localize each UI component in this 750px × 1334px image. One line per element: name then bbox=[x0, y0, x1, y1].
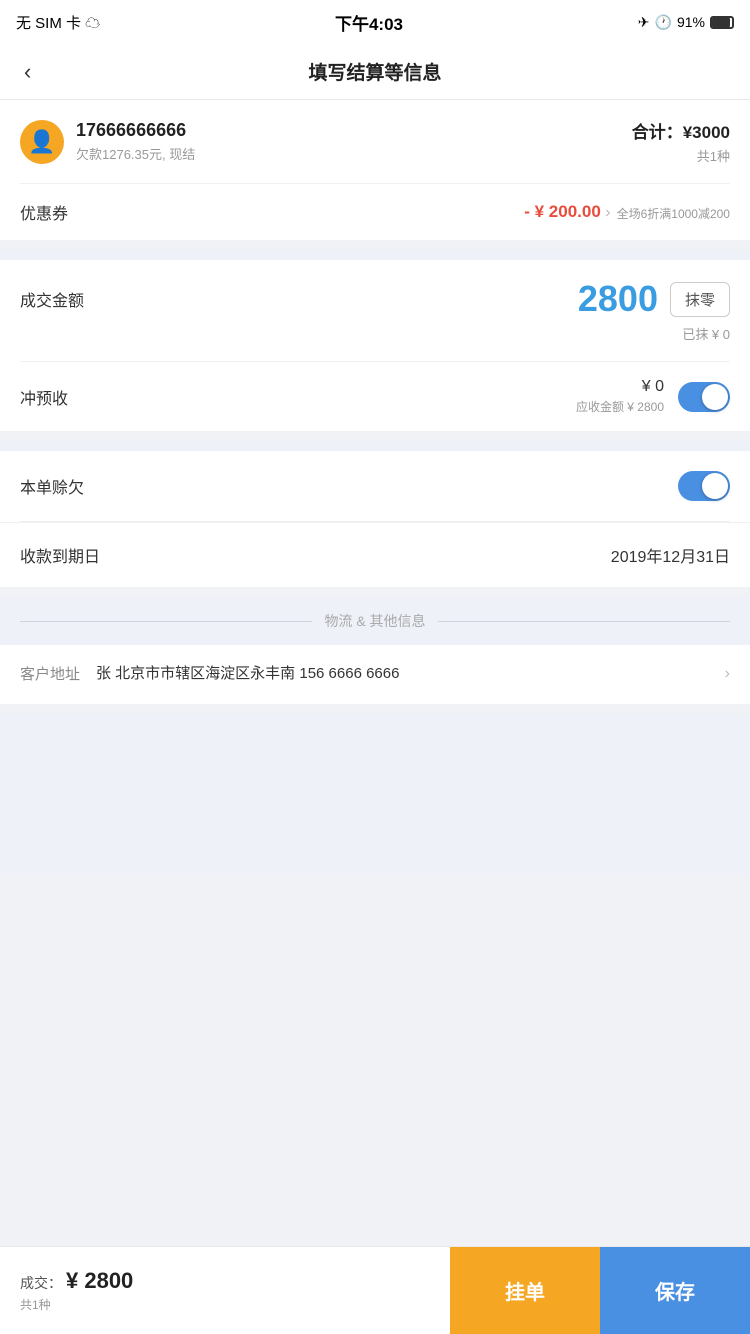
toggle-knob bbox=[702, 384, 728, 410]
prepay-label: 冲预收 bbox=[20, 385, 68, 409]
customer-card: 👤 17666666666 欠款1276.35元, 现结 合计：¥3000 共1… bbox=[0, 100, 750, 240]
amount-label: 成交金额 bbox=[20, 287, 84, 311]
credit-row: 本单赊欠 bbox=[20, 471, 730, 501]
amount-row: 成交金额 2800 抹零 bbox=[20, 278, 730, 320]
address-chevron-icon: › bbox=[725, 665, 730, 683]
address-card: 客户地址 张 北京市市辖区海淀区永丰南 156 6666 6666 › bbox=[0, 645, 750, 704]
save-button[interactable]: 保存 bbox=[600, 1247, 750, 1334]
bottom-deal-label: 成交： bbox=[20, 1273, 62, 1293]
prepay-toggle[interactable] bbox=[678, 382, 730, 412]
address-value: 张 北京市市辖区海淀区永丰南 156 6666 6666 bbox=[96, 663, 717, 686]
amount-value: 2800 bbox=[578, 278, 658, 320]
status-left: 无 SIM 卡 ☁ bbox=[16, 12, 100, 33]
customer-phone: 17666666666 bbox=[76, 120, 632, 141]
due-date-label: 收款到期日 bbox=[20, 543, 100, 567]
page-title: 填写结算等信息 bbox=[308, 58, 441, 85]
coupon-right: - ¥ 200.00 › 全场6折满1000减200 bbox=[524, 202, 730, 222]
amount-section: 成交金额 2800 抹零 已抹 ¥ 0 bbox=[0, 260, 750, 361]
credit-card: 本单赊欠 收款到期日 2019年12月31日 bbox=[0, 451, 750, 587]
customer-sub: 欠款1276.35元, 现结 bbox=[76, 144, 632, 163]
section-divider bbox=[0, 250, 750, 260]
prepay-amount: ¥ 0 bbox=[642, 378, 664, 396]
status-bar: 无 SIM 卡 ☁ 下午4:03 ✈ 🕐 91% bbox=[0, 0, 750, 44]
back-button[interactable]: ‹ bbox=[16, 51, 39, 93]
credit-toggle[interactable] bbox=[678, 471, 730, 501]
gray-filler bbox=[0, 714, 750, 874]
coupon-discount: - ¥ 200.00 bbox=[524, 202, 601, 221]
customer-row: 👤 17666666666 欠款1276.35元, 现结 合计：¥3000 共1… bbox=[0, 100, 750, 183]
due-date-section: 收款到期日 2019年12月31日 bbox=[0, 522, 750, 587]
customer-info: 17666666666 欠款1276.35元, 现结 bbox=[76, 120, 632, 163]
bottom-info: 成交： ¥ 2800 共1种 bbox=[0, 1268, 450, 1313]
amount-card: 成交金额 2800 抹零 已抹 ¥ 0 冲预收 ¥ 0 应收金额 ¥ 2800 bbox=[0, 260, 750, 431]
prepay-section: 冲预收 ¥ 0 应收金额 ¥ 2800 bbox=[0, 362, 750, 431]
credit-toggle-knob bbox=[702, 473, 728, 499]
prepay-right: ¥ 0 应收金额 ¥ 2800 bbox=[576, 378, 664, 415]
total-sub: 共1种 bbox=[632, 146, 730, 165]
bottom-amount: ¥ 2800 bbox=[66, 1268, 133, 1294]
user-icon: 👤 bbox=[28, 129, 55, 155]
status-time: 下午4:03 bbox=[335, 10, 403, 35]
amount-right: 2800 抹零 bbox=[578, 278, 730, 320]
location-icon: ✈ bbox=[638, 14, 650, 31]
coupon-row[interactable]: 优惠券 - ¥ 200.00 › 全场6折满1000减200 bbox=[0, 184, 750, 240]
section-divider-2 bbox=[0, 441, 750, 451]
signal-text: 无 SIM 卡 ☁ bbox=[16, 12, 100, 33]
total-amount: 合计：¥3000 bbox=[632, 118, 730, 143]
coupon-label: 优惠券 bbox=[20, 200, 68, 224]
address-label: 客户地址 bbox=[20, 663, 80, 684]
separator-text: 物流 & 其他信息 bbox=[312, 611, 437, 631]
customer-total: 合计：¥3000 共1种 bbox=[632, 118, 730, 165]
chevron-right-icon: › bbox=[605, 204, 610, 221]
round-zero-button[interactable]: 抹零 bbox=[670, 282, 730, 317]
bottom-bar: 成交： ¥ 2800 共1种 挂单 保存 bbox=[0, 1246, 750, 1334]
prepay-sub: 应收金额 ¥ 2800 bbox=[576, 398, 664, 415]
amount-sub: 已抹 ¥ 0 bbox=[20, 324, 730, 343]
battery-bar bbox=[710, 16, 734, 29]
prepay-row: 冲预收 ¥ 0 应收金额 ¥ 2800 bbox=[20, 378, 730, 415]
logistics-separator: 物流 & 其他信息 bbox=[0, 597, 750, 645]
status-right: ✈ 🕐 91% bbox=[638, 14, 734, 31]
coupon-detail: 全场6折满1000减200 bbox=[617, 205, 730, 222]
credit-label: 本单赊欠 bbox=[20, 474, 84, 498]
main-content: 👤 17666666666 欠款1276.35元, 现结 合计：¥3000 共1… bbox=[0, 100, 750, 962]
battery-percent: 91% bbox=[677, 14, 705, 30]
avatar: 👤 bbox=[20, 120, 64, 164]
hang-order-button[interactable]: 挂单 bbox=[450, 1247, 600, 1334]
battery-icon: 🕐 bbox=[655, 14, 672, 31]
address-section[interactable]: 客户地址 张 北京市市辖区海淀区永丰南 156 6666 6666 › bbox=[0, 645, 750, 704]
nav-bar: ‹ 填写结算等信息 bbox=[0, 44, 750, 100]
due-date-value: 2019年12月31日 bbox=[611, 543, 730, 567]
due-date-row: 收款到期日 2019年12月31日 bbox=[20, 543, 730, 567]
credit-section: 本单赊欠 bbox=[0, 451, 750, 521]
bottom-sub: 共1种 bbox=[20, 1296, 430, 1313]
